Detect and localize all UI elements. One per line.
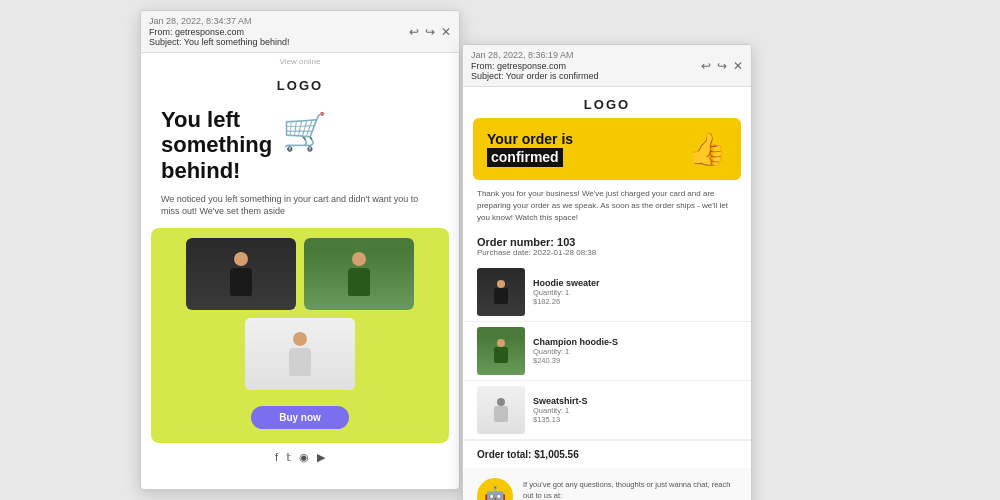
order-item-image-1 xyxy=(477,268,525,316)
order-item-name-2: Champion hoodie-S xyxy=(533,337,737,347)
body-1 xyxy=(230,268,252,296)
support-footer: 🤖 If you've got any questions, thoughts … xyxy=(463,468,751,500)
right-subject: Subject: Your order is confirmed xyxy=(471,71,701,81)
order-number-section: Order number: 103 Purchase date: 2022-01… xyxy=(463,230,751,263)
order-item-qty-2: Quantity: 1 xyxy=(533,347,737,356)
mini-head-1 xyxy=(497,280,505,288)
hero-text: You left something behind! xyxy=(161,107,272,183)
order-item-row-1: Hoodie sweater Quantity: 1 $182.26 xyxy=(463,263,751,322)
order-item-image-2 xyxy=(477,327,525,375)
banner-line1: Your order is xyxy=(487,131,573,148)
buy-now-button[interactable]: Buy now xyxy=(251,406,349,429)
mini-figure-3 xyxy=(494,398,508,422)
product-image-3 xyxy=(245,318,355,390)
left-subject: Subject: You left something behind! xyxy=(149,37,409,47)
right-reply-icon[interactable]: ↩ xyxy=(701,59,711,73)
order-item-qty-1: Quantity: 1 xyxy=(533,288,737,297)
support-avatar: 🤖 xyxy=(477,478,513,500)
right-logo: LOGO xyxy=(463,87,751,118)
left-title-bar: Jan 28, 2022, 8:34:37 AM From: getrespon… xyxy=(141,11,459,53)
right-email-info: Jan 28, 2022, 8:36:19 AM From: getrespon… xyxy=(471,50,701,81)
left-email-window: Jan 28, 2022, 8:34:37 AM From: getrespon… xyxy=(140,10,460,490)
right-close-icon[interactable]: ✕ xyxy=(733,59,743,73)
left-logo: LOGO xyxy=(141,70,459,97)
order-item-name-1: Hoodie sweater xyxy=(533,278,737,288)
right-date: Jan 28, 2022, 8:36:19 AM xyxy=(471,50,701,60)
top-products-row: Hoodie sweater $183.26 Champion hoodie-S… xyxy=(161,238,439,310)
order-confirmed-banner: Your order is confirmed 👍 xyxy=(473,118,741,180)
forward-icon[interactable]: ↪ xyxy=(425,25,435,39)
order-item-qty-3: Quantity: 1 xyxy=(533,406,737,415)
bottom-products-row: Sweatshirt-S $136.13 xyxy=(161,318,439,390)
view-online-link[interactable]: View online xyxy=(141,53,459,70)
right-forward-icon[interactable]: ↪ xyxy=(717,59,727,73)
right-email-body: LOGO Your order is confirmed 👍 Thank you… xyxy=(463,87,751,500)
mini-body-3 xyxy=(494,406,508,422)
hero-title: You left something behind! xyxy=(161,107,272,183)
order-item-name-3: Sweatshirt-S xyxy=(533,396,737,406)
left-from: From: getresponse.com xyxy=(149,27,409,37)
body-3 xyxy=(289,348,311,376)
figure-3 xyxy=(289,332,311,376)
avatar-emoji: 🤖 xyxy=(484,485,506,500)
mini-figure-2 xyxy=(494,339,508,363)
product-card-2: Champion hoodie-S $240.39 xyxy=(304,238,414,310)
close-icon[interactable]: ✕ xyxy=(441,25,451,39)
products-grid: Hoodie sweater $183.26 Champion hoodie-S… xyxy=(151,228,449,443)
order-item-details-3: Sweatshirt-S Quantity: 1 $135.13 xyxy=(533,396,737,424)
twitter-icon[interactable]: 𝕥 xyxy=(286,451,291,464)
head-2 xyxy=(352,252,366,266)
right-window-actions: ↩ ↪ ✕ xyxy=(701,59,743,73)
order-item-row-3: Sweatshirt-S Quantity: 1 $135.13 xyxy=(463,381,751,440)
order-item-details-1: Hoodie sweater Quantity: 1 $182.26 xyxy=(533,278,737,306)
mini-head-2 xyxy=(497,339,505,347)
mini-body-1 xyxy=(494,288,508,304)
left-window-actions: ↩ ↪ ✕ xyxy=(409,25,451,39)
left-hero-section: You left something behind! 🛒 xyxy=(141,97,459,193)
cart-icon: 🛒 xyxy=(282,111,327,153)
mini-head-3 xyxy=(497,398,505,406)
order-item-price-3: $135.13 xyxy=(533,415,737,424)
product-image-1 xyxy=(186,238,296,310)
order-item-price-2: $240.39 xyxy=(533,356,737,365)
order-total-row: Order total: $1,005.56 xyxy=(463,440,751,468)
product-card-1: Hoodie sweater $183.26 xyxy=(186,238,296,310)
youtube-icon[interactable]: ▶ xyxy=(317,451,325,464)
thank-you-text: Thank you for your business! We've just … xyxy=(463,188,751,230)
support-message: If you've got any questions, thoughts or… xyxy=(523,480,730,500)
left-email-info: Jan 28, 2022, 8:34:37 AM From: getrespon… xyxy=(149,16,409,47)
body-2 xyxy=(348,268,370,296)
left-email-body: View online LOGO You left something behi… xyxy=(141,53,459,472)
order-item-row-2: Champion hoodie-S Quantity: 1 $240.39 xyxy=(463,322,751,381)
hero-subtext: We noticed you left something in your ca… xyxy=(141,193,459,228)
order-item-details-2: Champion hoodie-S Quantity: 1 $240.39 xyxy=(533,337,737,365)
facebook-icon[interactable]: f xyxy=(275,451,278,464)
social-icons-row: f 𝕥 ◉ ▶ xyxy=(141,443,459,472)
left-date: Jan 28, 2022, 8:34:37 AM xyxy=(149,16,409,26)
head-1 xyxy=(234,252,248,266)
right-title-bar: Jan 28, 2022, 8:36:19 AM From: getrespon… xyxy=(463,45,751,87)
confirmed-highlight: confirmed xyxy=(487,148,563,167)
order-confirmed-text: Your order is confirmed xyxy=(487,131,573,167)
order-number-label: Order number: 103 xyxy=(477,236,737,248)
order-item-image-3 xyxy=(477,386,525,434)
mini-figure-1 xyxy=(494,280,508,304)
right-from: From: getresponse.com xyxy=(471,61,701,71)
figure-1 xyxy=(230,252,252,296)
mini-body-2 xyxy=(494,347,508,363)
thumbs-up-icon: 👍 xyxy=(687,130,727,168)
figure-2 xyxy=(348,252,370,296)
purchase-date-label: Purchase date: 2022-01-28 08:38 xyxy=(477,248,737,257)
right-email-window: Jan 28, 2022, 8:36:19 AM From: getrespon… xyxy=(462,44,752,500)
product-card-3: Sweatshirt-S $136.13 xyxy=(245,318,355,390)
order-item-price-1: $182.26 xyxy=(533,297,737,306)
instagram-icon[interactable]: ◉ xyxy=(299,451,309,464)
head-3 xyxy=(293,332,307,346)
support-text-block: If you've got any questions, thoughts or… xyxy=(523,479,737,500)
buy-button-wrap: Buy now xyxy=(161,398,439,433)
reply-icon[interactable]: ↩ xyxy=(409,25,419,39)
product-image-2 xyxy=(304,238,414,310)
